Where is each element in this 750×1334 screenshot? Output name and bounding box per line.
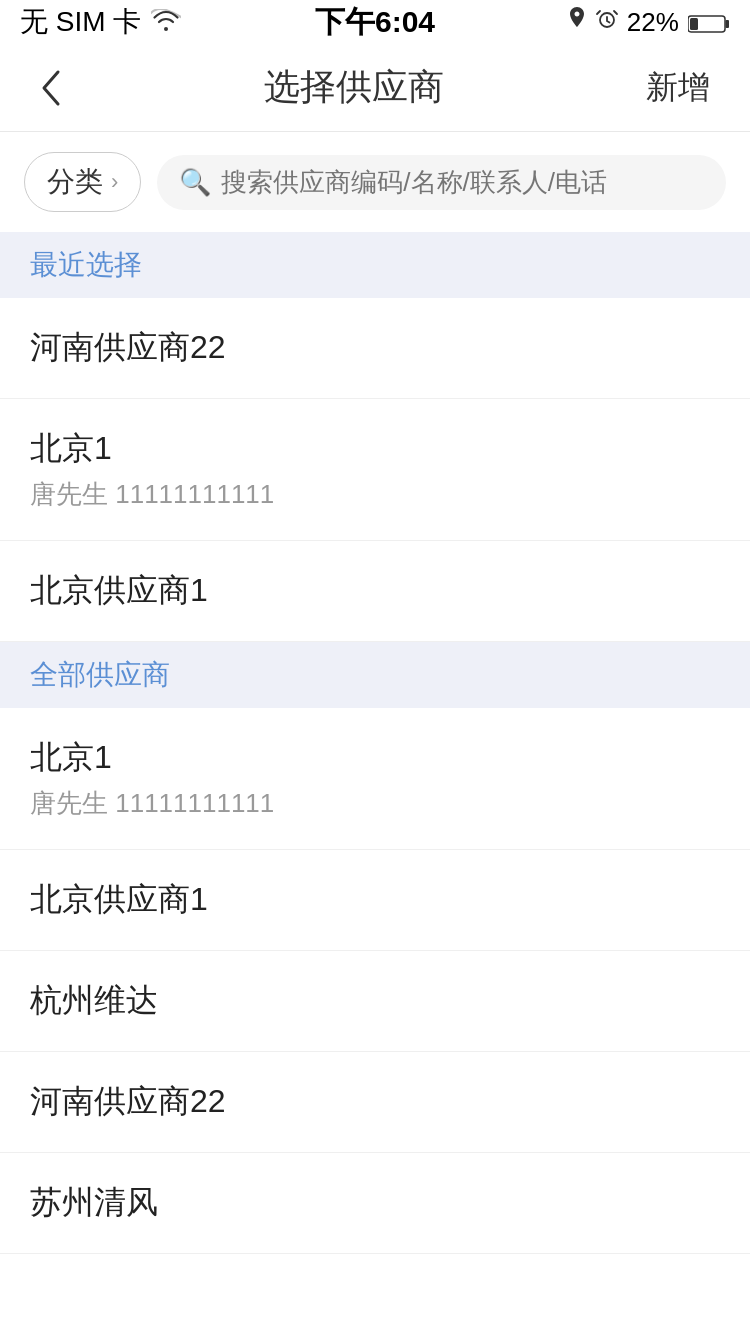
wifi-icon <box>151 6 181 38</box>
back-button[interactable] <box>30 59 72 117</box>
recent-section-header: 最近选择 <box>0 232 750 298</box>
status-right: 22% <box>567 7 730 38</box>
item-contact: 唐先生 11111111111 <box>30 786 720 821</box>
category-button[interactable]: 分类 › <box>24 152 141 212</box>
item-name: 北京1 <box>30 736 720 780</box>
item-name: 北京1 <box>30 427 720 471</box>
location-icon <box>567 7 587 38</box>
list-item[interactable]: 北京供应商1 <box>0 850 750 951</box>
status-bar: 无 SIM 卡 下午6:04 22% <box>0 0 750 44</box>
list-item[interactable]: 北京1 唐先生 11111111111 <box>0 708 750 850</box>
category-label: 分类 <box>47 163 103 201</box>
list-item[interactable]: 河南供应商22 <box>0 1052 750 1153</box>
item-name: 杭州维达 <box>30 979 720 1023</box>
item-name: 北京供应商1 <box>30 569 720 613</box>
all-section-header: 全部供应商 <box>0 642 750 708</box>
recent-list: 河南供应商22 北京1 唐先生 11111111111 北京供应商1 <box>0 298 750 642</box>
svg-rect-2 <box>726 20 730 28</box>
status-time: 下午6:04 <box>315 2 435 43</box>
status-left: 无 SIM 卡 <box>20 3 181 41</box>
svg-rect-3 <box>690 18 698 30</box>
nav-bar: 选择供应商 新增 <box>0 44 750 132</box>
search-icon: 🔍 <box>179 167 211 198</box>
list-item[interactable]: 北京供应商1 <box>0 541 750 642</box>
item-name: 苏州清风 <box>30 1181 720 1225</box>
list-item[interactable]: 河南供应商22 <box>0 298 750 399</box>
battery-text: 22% <box>627 7 730 38</box>
search-input[interactable] <box>221 167 704 198</box>
alarm-icon <box>595 7 619 38</box>
item-name: 北京供应商1 <box>30 878 720 922</box>
list-item[interactable]: 杭州维达 <box>0 951 750 1052</box>
item-contact: 唐先生 11111111111 <box>30 477 720 512</box>
page-title: 选择供应商 <box>264 63 444 112</box>
add-button[interactable]: 新增 <box>636 56 720 120</box>
item-name: 河南供应商22 <box>30 326 720 370</box>
all-list: 北京1 唐先生 11111111111 北京供应商1 杭州维达河南供应商22 苏州清风 <box>0 708 750 1254</box>
item-name: 河南供应商22 <box>30 1080 720 1124</box>
filter-bar: 分类 › 🔍 <box>0 132 750 232</box>
list-item[interactable]: 苏州清风 <box>0 1153 750 1254</box>
chevron-right-icon: › <box>111 169 118 195</box>
list-item[interactable]: 北京1 唐先生 11111111111 <box>0 399 750 541</box>
carrier-text: 无 SIM 卡 <box>20 3 141 41</box>
search-box: 🔍 <box>157 155 726 210</box>
